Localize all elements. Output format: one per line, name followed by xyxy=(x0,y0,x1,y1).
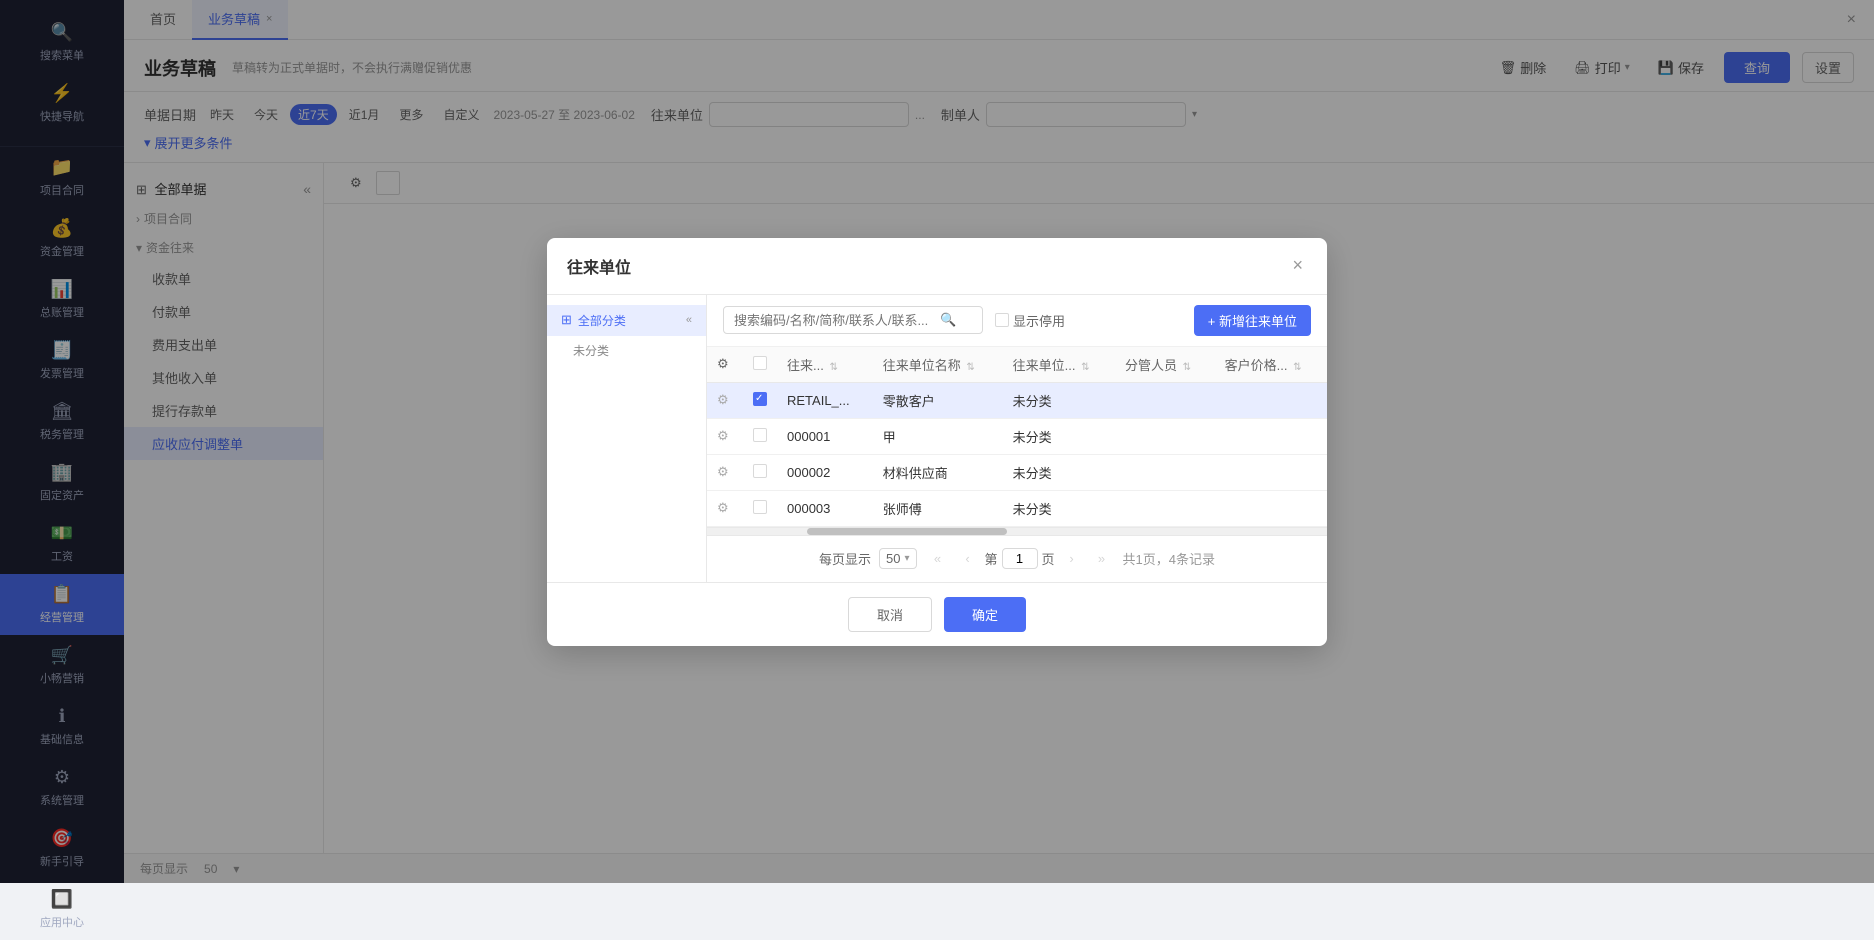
row-settings: ⚙ xyxy=(707,490,743,526)
row-checkbox-cell[interactable] xyxy=(743,490,777,526)
row-manager xyxy=(1115,382,1215,418)
dialog-overlay: 往来单位 × ⊞ 全部分类 « 未分类 xyxy=(0,0,1874,883)
add-partner-btn[interactable]: + 新增往来单位 xyxy=(1194,305,1311,336)
row-name: 零散客户 xyxy=(873,382,1003,418)
row-checkbox-cell[interactable] xyxy=(743,454,777,490)
row-code: 000002 xyxy=(777,454,873,490)
show-disabled-checkbox[interactable] xyxy=(995,313,1009,327)
row-manager xyxy=(1115,418,1215,454)
row-manager xyxy=(1115,454,1215,490)
dialog-scrollbar-thumb[interactable] xyxy=(807,528,1007,535)
row-name: 张师傅 xyxy=(873,490,1003,526)
dialog-footer: 取消 确定 xyxy=(547,582,1327,646)
per-page-label: 每页显示 xyxy=(819,549,871,568)
sort-icon: ⇅ xyxy=(966,362,974,373)
select-all-cb[interactable] xyxy=(753,356,767,370)
sort-icon: ⇅ xyxy=(1183,362,1191,373)
row-settings: ⚙ xyxy=(707,382,743,418)
row-checkbox[interactable] xyxy=(753,428,767,442)
dialog-subcategory-unclassified[interactable]: 未分类 xyxy=(547,336,706,365)
row-code: 000003 xyxy=(777,490,873,526)
row-settings: ⚙ xyxy=(707,418,743,454)
pagination-nav: « ‹ 第 页 › » xyxy=(925,546,1115,572)
row-category: 未分类 xyxy=(1003,490,1115,526)
table-header-price: 客户价格... ⇅ xyxy=(1215,347,1327,383)
dialog-pagination: 每页显示 50 ▾ « ‹ 第 页 › » 共1页，4条记录 xyxy=(707,535,1327,582)
row-checkbox-cell[interactable] xyxy=(743,382,777,418)
sidebar-item-app-center[interactable]: 🔲 应用中心 xyxy=(0,879,124,940)
row-category: 未分类 xyxy=(1003,418,1115,454)
row-settings: ⚙ xyxy=(707,454,743,490)
next-page-btn[interactable]: › xyxy=(1059,546,1085,572)
row-checkbox[interactable] xyxy=(753,392,767,406)
table-header-checkbox[interactable] xyxy=(743,347,777,383)
row-code: RETAIL_... xyxy=(777,382,873,418)
per-page-select[interactable]: 50 ▾ xyxy=(879,548,917,569)
gear-icon: ⚙ xyxy=(717,392,729,407)
page-suffix: 页 xyxy=(1042,549,1055,568)
row-code: 000001 xyxy=(777,418,873,454)
partner-dialog: 往来单位 × ⊞ 全部分类 « 未分类 xyxy=(547,238,1327,646)
dialog-categories: ⊞ 全部分类 « 未分类 xyxy=(547,295,707,582)
row-checkbox[interactable] xyxy=(753,500,767,514)
cancel-button[interactable]: 取消 xyxy=(848,597,932,632)
row-category: 未分类 xyxy=(1003,382,1115,418)
dialog-scrollbar[interactable] xyxy=(707,527,1327,535)
table-row[interactable]: ⚙ 000003 张师傅 未分类 xyxy=(707,490,1327,526)
row-price-level xyxy=(1215,382,1327,418)
dialog-title: 往来单位 xyxy=(567,254,631,278)
show-disabled-toggle[interactable]: 显示停用 xyxy=(995,311,1065,330)
dialog-category-all[interactable]: ⊞ 全部分类 « xyxy=(547,305,706,336)
gear-icon: ⚙ xyxy=(717,464,729,479)
table-header-name: 往来单位名称 ⇅ xyxy=(873,347,1003,383)
grid-icon: ⊞ xyxy=(561,312,572,328)
row-checkbox[interactable] xyxy=(753,464,767,478)
table-header-category: 往来单位... ⇅ xyxy=(1003,347,1115,383)
table-row[interactable]: ⚙ 000001 甲 未分类 xyxy=(707,418,1327,454)
first-page-btn[interactable]: « xyxy=(925,546,951,572)
gear-icon: ⚙ xyxy=(717,356,729,371)
sort-icon: ⇅ xyxy=(829,362,837,373)
table-header-manager: 分管人员 ⇅ xyxy=(1115,347,1215,383)
dialog-search-input[interactable] xyxy=(734,313,934,328)
prev-page-btn[interactable]: ‹ xyxy=(955,546,981,572)
sort-icon: ⇅ xyxy=(1293,362,1301,373)
row-category: 未分类 xyxy=(1003,454,1115,490)
row-price-level xyxy=(1215,454,1327,490)
page-input[interactable] xyxy=(1002,548,1038,569)
search-icon: 🔍 xyxy=(940,312,956,328)
table-header-code: 往来... ⇅ xyxy=(777,347,873,383)
partners-table: ⚙ 往来... ⇅ 往来单位名称 xyxy=(707,347,1327,527)
row-price-level xyxy=(1215,490,1327,526)
row-checkbox-cell[interactable] xyxy=(743,418,777,454)
gear-icon: ⚙ xyxy=(717,500,729,515)
dialog-search-wrapper: 🔍 xyxy=(723,306,983,334)
confirm-button[interactable]: 确定 xyxy=(944,597,1026,632)
row-price-level xyxy=(1215,418,1327,454)
gear-icon: ⚙ xyxy=(717,428,729,443)
dialog-body: ⊞ 全部分类 « 未分类 🔍 显示停用 xyxy=(547,295,1327,582)
table-header-settings: ⚙ xyxy=(707,347,743,383)
dialog-table: ⚙ 往来... ⇅ 往来单位名称 xyxy=(707,347,1327,527)
collapse-left-icon[interactable]: « xyxy=(686,314,692,326)
total-label: 共1页，4条记录 xyxy=(1123,549,1215,568)
sort-icon: ⇅ xyxy=(1081,362,1089,373)
dialog-header: 往来单位 × xyxy=(547,238,1327,295)
dialog-search-bar: 🔍 显示停用 + 新增往来单位 xyxy=(707,295,1327,347)
table-row[interactable]: ⚙ RETAIL_... 零散客户 未分类 xyxy=(707,382,1327,418)
chevron-down-icon: ▾ xyxy=(904,553,909,564)
last-page-btn[interactable]: » xyxy=(1089,546,1115,572)
row-manager xyxy=(1115,490,1215,526)
dialog-right: 🔍 显示停用 + 新增往来单位 ⚙ xyxy=(707,295,1327,582)
table-row[interactable]: ⚙ 000002 材料供应商 未分类 xyxy=(707,454,1327,490)
dialog-close-btn[interactable]: × xyxy=(1288,255,1307,276)
app-center-icon: 🔲 xyxy=(51,889,73,910)
row-name: 甲 xyxy=(873,418,1003,454)
row-name: 材料供应商 xyxy=(873,454,1003,490)
page-label: 第 xyxy=(985,549,998,568)
